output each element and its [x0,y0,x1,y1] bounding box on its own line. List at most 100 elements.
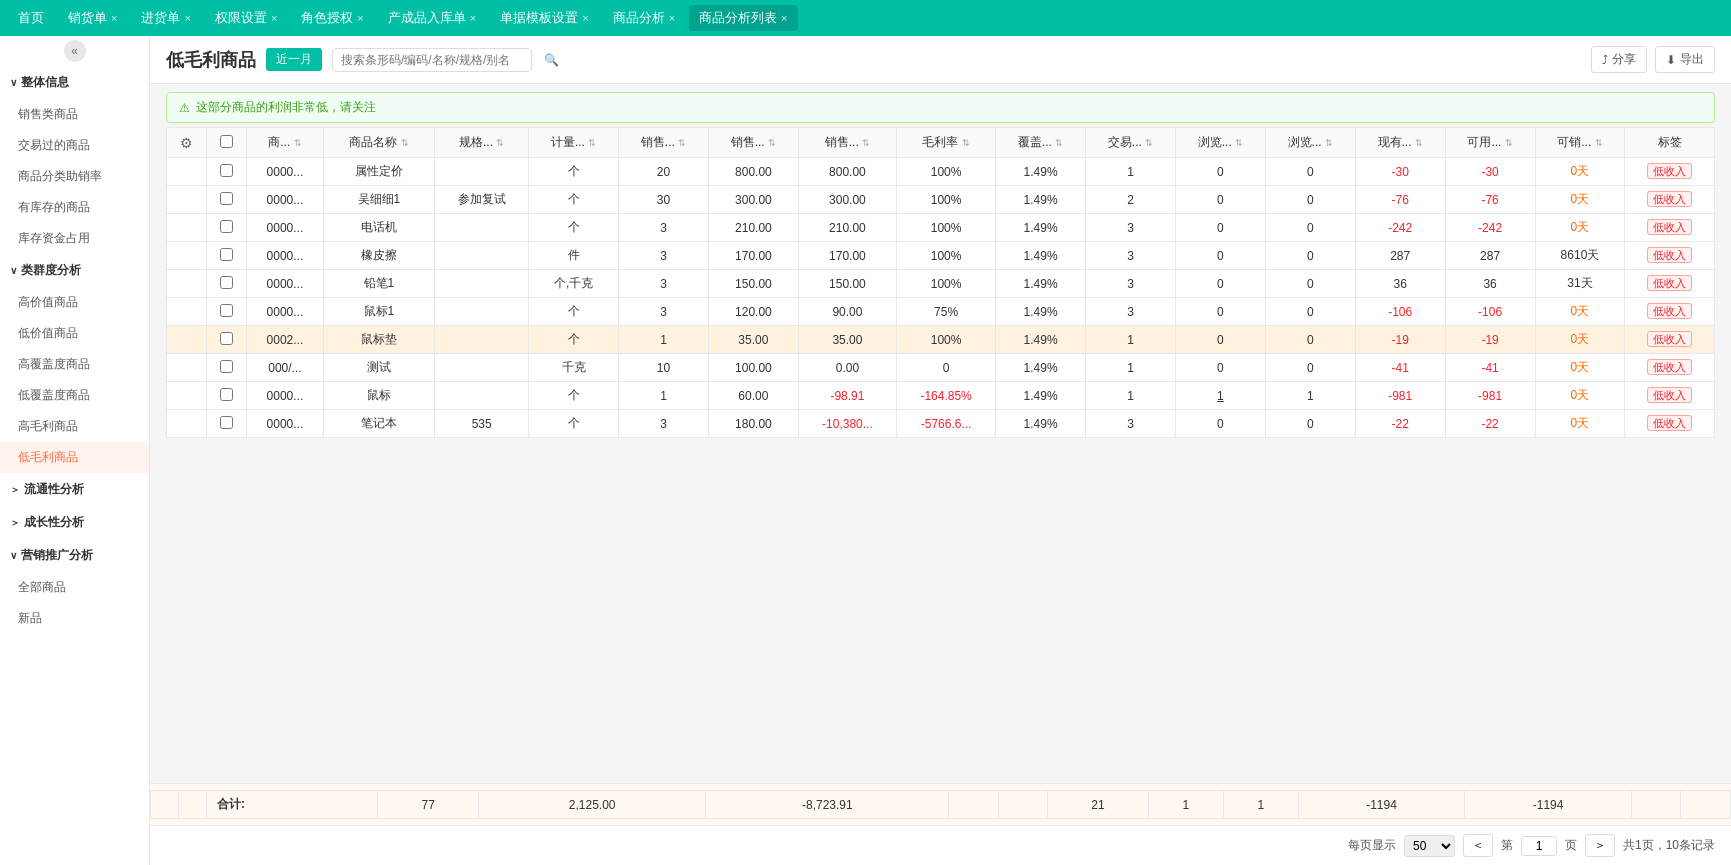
sidebar-item-high-coverage[interactable]: 高覆盖度商品 [0,349,149,380]
row-checkbox-8[interactable] [207,382,247,410]
row-select-7[interactable] [220,360,233,373]
sidebar-item-traded-goods[interactable]: 交易过的商品 [0,130,149,161]
nav-purchase-order[interactable]: 进货单 × [131,5,200,31]
export-button[interactable]: ⬇ 导出 [1655,46,1715,73]
search-icon[interactable]: 🔍 [544,53,559,67]
row-tag-5: 低收入 [1625,298,1715,326]
select-all-checkbox[interactable] [220,135,233,148]
page-size-select[interactable]: 10 20 50 100 [1404,835,1455,857]
sidebar-collapse-btn[interactable]: « [64,40,86,62]
row-code-2: 0000... [247,214,324,242]
row-select-4[interactable] [220,276,233,289]
nav-product-analysis-list[interactable]: 商品分析列表 × [689,5,797,31]
row-checkbox-1[interactable] [207,186,247,214]
col-code[interactable]: 商... ⇅ [247,128,324,158]
row-sellable-days-2: 0天 [1535,214,1625,242]
sidebar-item-new-goods[interactable]: 新品 [0,603,149,634]
nav-product-analysis[interactable]: 商品分析 × [603,5,685,31]
time-filter-button[interactable]: 近一月 [266,48,322,71]
sidebar-group-overall[interactable]: ∨ 整体信息 [0,66,149,99]
nav-close-permission-settings[interactable]: × [271,12,277,24]
nav-home[interactable]: 首页 [8,5,54,31]
row-select-3[interactable] [220,248,233,261]
sidebar-item-category-sales-rate[interactable]: 商品分类助销率 [0,161,149,192]
sidebar-group-marketing[interactable]: ∨ 营销推广分析 [0,539,149,572]
sidebar-item-low-margin[interactable]: 低毛利商品 [0,442,149,473]
sidebar-item-in-stock-goods[interactable]: 有库存的商品 [0,192,149,223]
nav-role-auth[interactable]: 角色授权 × [291,5,373,31]
sidebar-item-low-coverage[interactable]: 低覆盖度商品 [0,380,149,411]
nav-permission-settings[interactable]: 权限设置 × [205,5,287,31]
row-select-0[interactable] [220,164,233,177]
row-name-8: 鼠标 [323,382,434,410]
col-browse1[interactable]: 浏览... ⇅ [1175,128,1265,158]
col-browse2[interactable]: 浏览... ⇅ [1265,128,1355,158]
page-title: 低毛利商品 [166,48,256,72]
nav-template-settings[interactable]: 单据模板设置 × [490,5,598,31]
row-checkbox-2[interactable] [207,214,247,242]
sidebar-item-all-goods[interactable]: 全部商品 [0,572,149,603]
sidebar-group-cluster[interactable]: ∨ 类群度分析 [0,254,149,287]
sidebar-item-high-value[interactable]: 高价值商品 [0,287,149,318]
sidebar-item-high-margin[interactable]: 高毛利商品 [0,411,149,442]
nav-sales-order[interactable]: 销货单 × [58,5,127,31]
col-coverage[interactable]: 覆盖... ⇅ [996,128,1086,158]
sidebar-item-low-value[interactable]: 低价值商品 [0,318,149,349]
share-button[interactable]: ⤴ 分享 [1591,46,1647,73]
col-sales-amount[interactable]: 销售... ⇅ [708,128,798,158]
col-transactions[interactable]: 交易... ⇅ [1086,128,1176,158]
col-name[interactable]: 商品名称 ⇅ [323,128,434,158]
nav-product-inbound[interactable]: 产成品入库单 × [378,5,486,31]
header-actions: ⤴ 分享 ⬇ 导出 [1591,46,1715,73]
col-sellable-days[interactable]: 可销... ⇅ [1535,128,1625,158]
page-size-label: 每页显示 [1348,837,1396,854]
row-select-2[interactable] [220,220,233,233]
sort-icon-name: ⇅ [401,138,409,148]
row-sellable-days-3: 8610天 [1535,242,1625,270]
prev-page-button[interactable]: ＜ [1463,834,1493,857]
col-unit[interactable]: 计量... ⇅ [529,128,619,158]
nav-close-template-settings[interactable]: × [582,12,588,24]
row-select-5[interactable] [220,304,233,317]
row-select-8[interactable] [220,388,233,401]
row-checkbox-4[interactable] [207,270,247,298]
nav-close-sales-order[interactable]: × [111,12,117,24]
row-select-6[interactable] [220,332,233,345]
row-checkbox-5[interactable] [207,298,247,326]
row-unit-7: 千克 [529,354,619,382]
row-browse2-4: 0 [1265,270,1355,298]
nav-close-role-auth[interactable]: × [357,12,363,24]
row-checkbox-9[interactable] [207,410,247,438]
row-settings-5 [167,298,207,326]
col-spec[interactable]: 规格... ⇅ [435,128,529,158]
settings-icon[interactable]: ⚙ [180,135,193,151]
row-select-1[interactable] [220,192,233,205]
row-browse1-8[interactable]: 1 [1175,382,1265,410]
nav-close-product-analysis[interactable]: × [669,12,675,24]
tag-badge-3: 低收入 [1647,247,1692,263]
col-settings[interactable]: ⚙ [167,128,207,158]
row-available-0: -30 [1445,158,1535,186]
col-sales-profit[interactable]: 销售... ⇅ [798,128,896,158]
col-available[interactable]: 可用... ⇅ [1445,128,1535,158]
page-number-input[interactable] [1521,836,1557,856]
search-input[interactable] [332,48,532,72]
nav-close-purchase-order[interactable]: × [184,12,190,24]
sidebar-item-sales-goods[interactable]: 销售类商品 [0,99,149,130]
sort-icon-browse1: ⇅ [1235,138,1243,148]
nav-close-product-analysis-list[interactable]: × [781,12,787,24]
sidebar-item-stock-funds[interactable]: 库存资金占用 [0,223,149,254]
sidebar-group-circulation[interactable]: ＞ 流通性分析 [0,473,149,506]
row-select-9[interactable] [220,416,233,429]
row-checkbox-6[interactable] [207,326,247,354]
row-checkbox-0[interactable] [207,158,247,186]
col-sales-qty[interactable]: 销售... ⇅ [619,128,709,158]
next-page-button[interactable]: ＞ [1585,834,1615,857]
sidebar-group-growth[interactable]: ＞ 成长性分析 [0,506,149,539]
col-gross-rate[interactable]: 毛利率 ⇅ [896,128,995,158]
nav-close-product-inbound[interactable]: × [470,12,476,24]
row-checkbox-3[interactable] [207,242,247,270]
row-sales-qty-5: 3 [619,298,709,326]
col-current-stock[interactable]: 现有... ⇅ [1355,128,1445,158]
row-checkbox-7[interactable] [207,354,247,382]
